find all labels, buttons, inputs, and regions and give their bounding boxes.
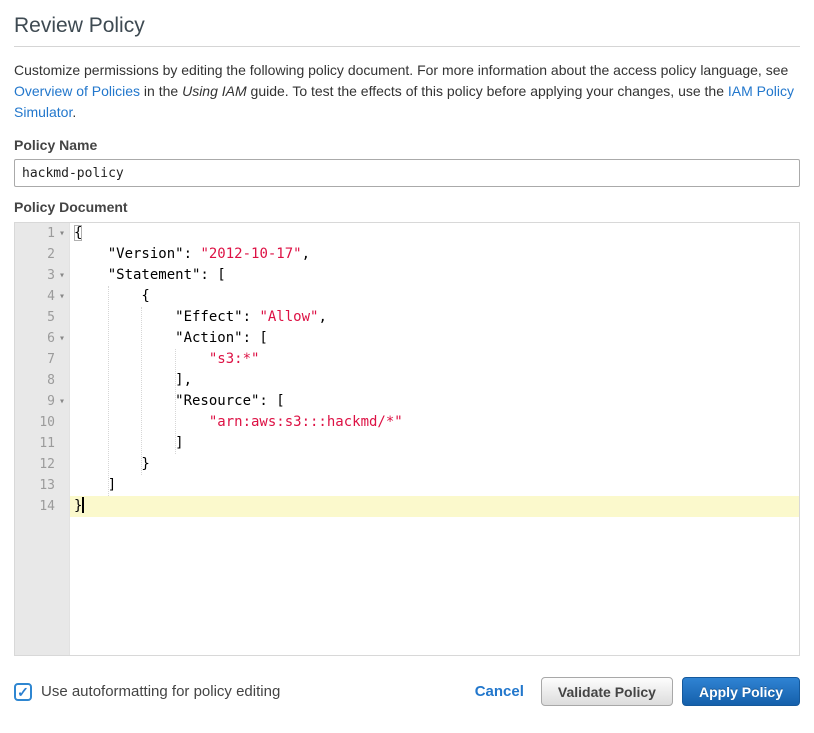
json-plain-token: "Action": [ <box>74 330 268 346</box>
line-number: 11 <box>39 433 55 454</box>
indent-guide <box>108 286 109 496</box>
line-number: 14 <box>39 496 55 517</box>
intro-text: . <box>72 104 76 120</box>
apply-policy-button[interactable]: Apply Policy <box>682 677 800 706</box>
policy-document-editor[interactable]: 1▾23▾4▾56▾789▾1011121314 { "Version": "2… <box>14 222 800 656</box>
code-line[interactable]: ] <box>70 475 799 496</box>
json-plain-token: ] <box>74 477 116 493</box>
fold-arrow-icon[interactable]: ▾ <box>55 328 69 349</box>
title-divider <box>14 46 800 47</box>
cancel-link[interactable]: Cancel <box>475 683 524 700</box>
json-plain-token: } <box>74 456 150 472</box>
autoformat-label: Use autoformatting for policy editing <box>41 683 280 700</box>
json-plain-token: , <box>302 246 310 262</box>
line-number: 8 <box>47 370 55 391</box>
gutter-line[interactable]: 10 <box>15 412 69 433</box>
gutter-line[interactable]: 11 <box>15 433 69 454</box>
json-plain-token: "Effect": <box>74 309 259 325</box>
code-line[interactable]: } <box>70 454 799 475</box>
json-string-token: "Allow" <box>259 309 318 325</box>
line-number: 9 <box>47 391 55 412</box>
json-plain-token: { <box>74 288 150 304</box>
code-line[interactable]: ], <box>70 370 799 391</box>
code-line[interactable]: "Statement": [ <box>70 265 799 286</box>
line-number: 2 <box>47 244 55 265</box>
json-plain-token: } <box>74 498 82 514</box>
indent-guide <box>141 307 142 475</box>
code-line[interactable]: "s3:*" <box>70 349 799 370</box>
line-number: 4 <box>47 286 55 307</box>
code-line[interactable]: } <box>70 496 799 517</box>
editor-code-area[interactable]: { "Version": "2012-10-17", "Statement": … <box>70 223 799 655</box>
gutter-line[interactable]: 3▾ <box>15 265 69 286</box>
json-plain-token: "Resource": [ <box>74 393 285 409</box>
code-line[interactable]: "Resource": [ <box>70 391 799 412</box>
page-title: Review Policy <box>14 14 800 38</box>
gutter-line[interactable]: 14 <box>15 496 69 517</box>
gutter-line[interactable]: 1▾ <box>15 223 69 244</box>
json-plain-token: ] <box>74 435 184 451</box>
code-line[interactable]: "arn:aws:s3:::hackmd/*" <box>70 412 799 433</box>
editor-gutter[interactable]: 1▾23▾4▾56▾789▾1011121314 <box>15 223 70 655</box>
autoformat-checkbox[interactable]: ✓ <box>14 683 32 701</box>
json-plain-token: "Statement": [ <box>74 267 226 283</box>
line-number: 5 <box>47 307 55 328</box>
check-icon: ✓ <box>17 684 29 700</box>
gutter-line[interactable]: 12 <box>15 454 69 475</box>
code-line[interactable]: "Version": "2012-10-17", <box>70 244 799 265</box>
fold-arrow-icon[interactable]: ▾ <box>55 391 69 412</box>
line-number: 1 <box>47 223 55 244</box>
code-line[interactable]: { <box>70 286 799 307</box>
intro-text: Customize permissions by editing the fol… <box>14 62 788 78</box>
gutter-line[interactable]: 8 <box>15 370 69 391</box>
intro-text: in the <box>140 83 182 99</box>
json-string-token: "s3:*" <box>209 351 260 367</box>
json-plain-token: "Version": <box>74 246 200 262</box>
gutter-line[interactable]: 13 <box>15 475 69 496</box>
json-plain-token: , <box>318 309 326 325</box>
intro-italic-using-iam: Using IAM <box>182 83 247 99</box>
code-line[interactable]: "Action": [ <box>70 328 799 349</box>
code-line[interactable]: "Effect": "Allow", <box>70 307 799 328</box>
json-plain-token: { <box>74 225 82 241</box>
line-number: 6 <box>47 328 55 349</box>
gutter-line[interactable]: 5 <box>15 307 69 328</box>
fold-arrow-icon[interactable]: ▾ <box>55 265 69 286</box>
code-line[interactable]: ] <box>70 433 799 454</box>
code-line[interactable]: { <box>70 223 799 244</box>
line-number: 3 <box>47 265 55 286</box>
line-number: 10 <box>39 412 55 433</box>
intro-text: guide. To test the effects of this polic… <box>247 83 728 99</box>
gutter-line[interactable]: 6▾ <box>15 328 69 349</box>
gutter-line[interactable]: 4▾ <box>15 286 69 307</box>
indent-guide <box>175 349 176 454</box>
policy-document-label: Policy Document <box>14 199 800 215</box>
line-number: 12 <box>39 454 55 475</box>
gutter-line[interactable]: 7 <box>15 349 69 370</box>
json-string-token: "2012-10-17" <box>200 246 301 262</box>
intro-paragraph: Customize permissions by editing the fol… <box>14 60 800 123</box>
json-string-token: "arn:aws:s3:::hackmd/*" <box>209 414 403 430</box>
fold-arrow-icon[interactable]: ▾ <box>55 286 69 307</box>
policy-name-label: Policy Name <box>14 137 800 153</box>
line-number: 13 <box>39 475 55 496</box>
policy-name-input[interactable] <box>14 159 800 187</box>
validate-policy-button[interactable]: Validate Policy <box>541 677 673 706</box>
text-cursor <box>82 497 84 513</box>
link-overview-of-policies[interactable]: Overview of Policies <box>14 83 140 99</box>
gutter-line[interactable]: 9▾ <box>15 391 69 412</box>
line-number: 7 <box>47 349 55 370</box>
gutter-line[interactable]: 2 <box>15 244 69 265</box>
fold-arrow-icon[interactable]: ▾ <box>55 223 69 244</box>
